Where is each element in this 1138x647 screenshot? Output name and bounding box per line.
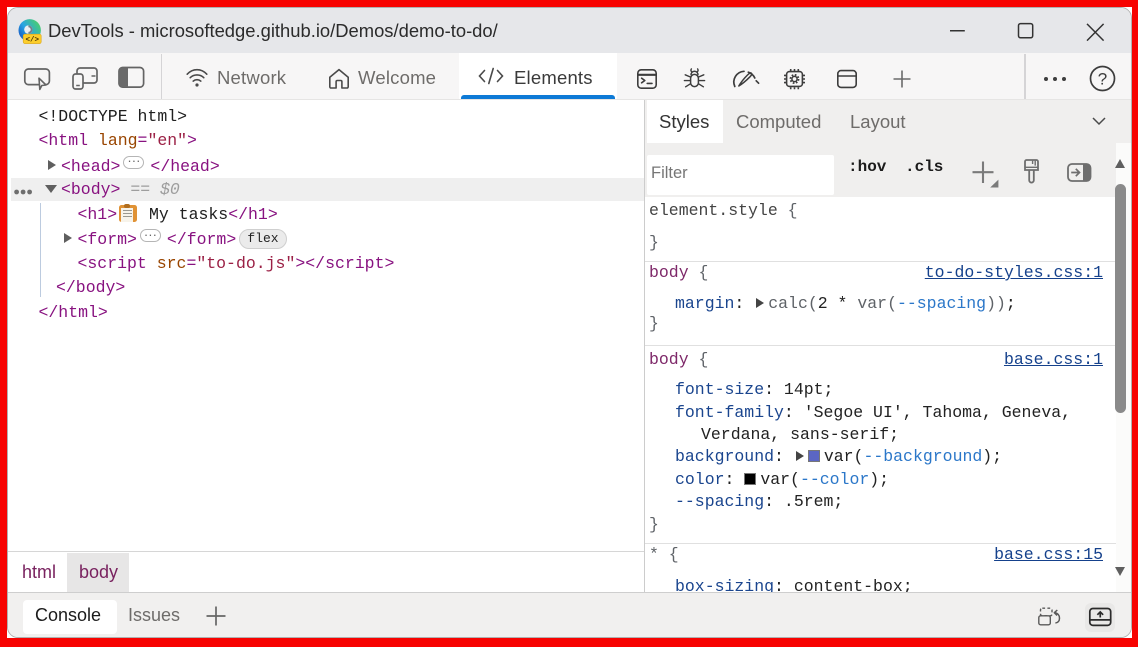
svg-text:?: ? (1098, 70, 1107, 89)
svg-text:</>: </> (25, 37, 39, 44)
